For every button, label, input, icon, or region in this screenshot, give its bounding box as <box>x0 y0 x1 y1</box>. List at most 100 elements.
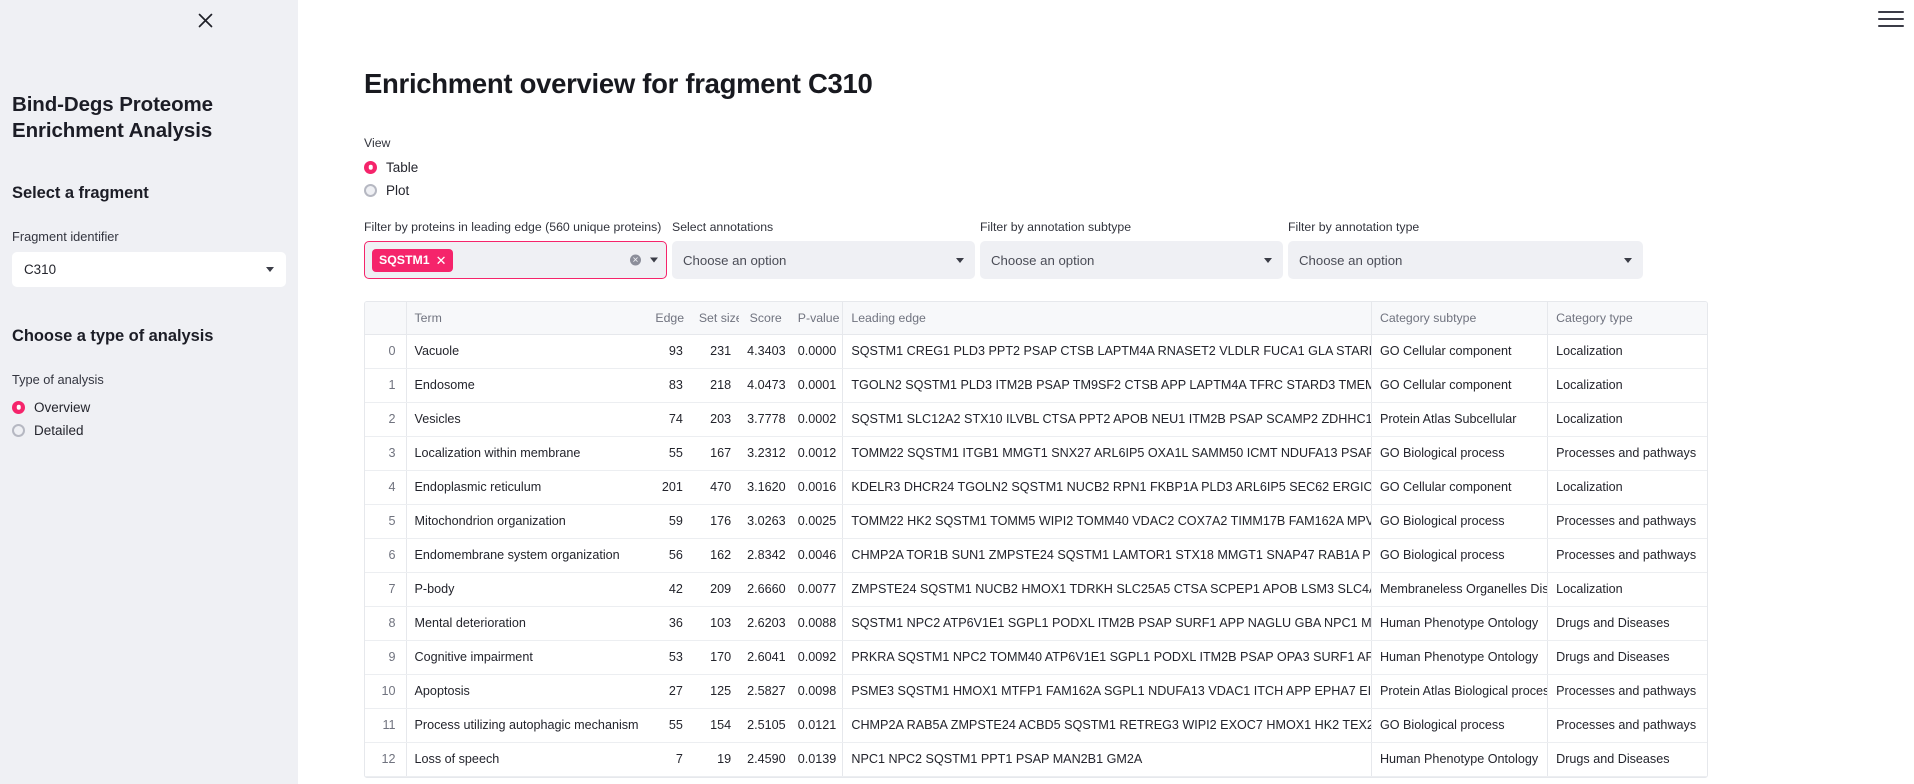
col-category-type[interactable]: Category type <box>1547 302 1707 335</box>
cell-term: Process utilizing autophagic mechanism <box>406 708 648 743</box>
cell-edge: 7 <box>647 742 691 777</box>
cell-index: 4 <box>365 470 407 505</box>
page-title: Enrichment overview for fragment C310 <box>364 68 873 99</box>
cell-edge: 59 <box>647 504 691 539</box>
col-score[interactable]: Score <box>739 302 790 335</box>
cell-index: 1 <box>365 368 407 403</box>
table-row[interactable]: 8 Mental deterioration 36 103 2.6203 0.0088 SQ… <box>365 606 1707 641</box>
view-section: View Table Plot <box>364 136 1914 200</box>
table-row[interactable]: 3 Localization within membrane 55 167 3.2312… <box>365 436 1707 471</box>
table-body: 0 Vacuole 93 231 4.3403 0.0000 SQSTM1 CREG1 PL… <box>365 334 1707 777</box>
protein-filter-multiselect[interactable]: SQSTM1 ✕ ✕ <box>364 241 667 279</box>
analysis-type-radio-group: Overview Detailed <box>12 397 286 440</box>
cell-category-subtype: Human Phenotype Ontology <box>1370 742 1548 777</box>
cell-pvalue: 0.0077 <box>789 572 843 607</box>
cell-pvalue: 0.0088 <box>789 606 843 641</box>
annotation-subtype-filter-group: Filter by annotation subtype Choose an o… <box>980 220 1283 279</box>
cell-set-size: 176 <box>690 504 740 539</box>
table-row[interactable]: 11 Process utilizing autophagic mechanism… <box>365 708 1707 743</box>
cell-category-subtype: Protein Atlas Subcellular <box>1370 402 1548 437</box>
analysis-type-heading: Choose a type of analysis <box>12 327 214 345</box>
col-pvalue[interactable]: P-value <box>789 302 843 335</box>
col-category-subtype[interactable]: Category subtype <box>1370 302 1548 335</box>
chevron-down-icon[interactable] <box>650 257 658 263</box>
table-row[interactable]: 4 Endoplasmic reticulum 201 470 3.1620 0.0016… <box>365 470 1707 505</box>
table-header-row: Term Edge Set size Score P-value Leading… <box>365 302 1707 335</box>
annotation-type-label: Filter by annotation type <box>1288 220 1420 234</box>
fragment-identifier-select[interactable]: C310 <box>12 252 286 287</box>
col-leading-edge[interactable]: Leading edge <box>842 302 1372 335</box>
radio-analysis-detailed[interactable]: Detailed <box>12 420 286 440</box>
cell-leading-edge: TOMM22 HK2 SQSTM1 TOMM5 WIPI2 TOMM40 VDA… <box>842 504 1372 539</box>
cell-pvalue: 0.0139 <box>789 742 843 777</box>
cell-category-subtype: GO Biological process <box>1370 538 1548 573</box>
table-row[interactable]: 6 Endomembrane system organization 56 162 2.… <box>365 538 1707 573</box>
cell-index: 10 <box>365 674 407 709</box>
filters-row: Filter by proteins in leading edge (560 … <box>364 220 1914 279</box>
cell-category-type: Processes and pathways <box>1547 538 1707 573</box>
cell-leading-edge: PRKRA SQSTM1 NPC2 TOMM40 ATP6V1E1 SGPL1 … <box>842 640 1372 675</box>
protein-chip-sqstm1[interactable]: SQSTM1 ✕ <box>372 248 454 272</box>
table-row[interactable]: 5 Mitochondrion organization 59 176 3.0263 0.… <box>365 504 1707 539</box>
cell-category-type: Processes and pathways <box>1547 504 1707 539</box>
annotation-subtype-select[interactable]: Choose an option <box>980 241 1283 279</box>
col-index[interactable] <box>365 302 407 335</box>
radio-analysis-overview[interactable]: Overview <box>12 397 286 417</box>
cell-index: 7 <box>365 572 407 607</box>
radio-label: Plot <box>386 182 410 198</box>
app-title: Bind-Degs Proteome Enrichment Analysis <box>12 93 213 142</box>
table-row[interactable]: 12 Loss of speech 7 19 2.4590 0.0139 NPC1 NPC2… <box>365 742 1707 777</box>
table-row[interactable]: 7 P-body 42 209 2.6660 0.0077 ZMPSTE24 SQSTM1 … <box>365 572 1707 607</box>
cell-edge: 55 <box>647 708 691 743</box>
close-icon[interactable] <box>192 7 218 33</box>
cell-leading-edge: SQSTM1 SLC12A2 STX10 ILVBL CTSA PPT2 APO… <box>842 402 1372 437</box>
col-set-size[interactable]: Set size <box>690 302 740 335</box>
annotations-select[interactable]: Choose an option <box>672 241 975 279</box>
cell-edge: 56 <box>647 538 691 573</box>
cell-score: 2.5105 <box>739 708 790 743</box>
hamburger-menu-icon[interactable] <box>1878 8 1904 30</box>
annotations-placeholder: Choose an option <box>683 252 787 268</box>
cell-term: Apoptosis <box>406 674 648 709</box>
annotation-type-select[interactable]: Choose an option <box>1288 241 1643 279</box>
radio-view-table[interactable]: Table <box>364 157 1914 177</box>
protein-filter-group: Filter by proteins in leading edge (560 … <box>364 220 667 279</box>
cell-score: 3.1620 <box>739 470 790 505</box>
cell-score: 2.4590 <box>739 742 790 777</box>
table-row[interactable]: 0 Vacuole 93 231 4.3403 0.0000 SQSTM1 CREG1 PL… <box>365 334 1707 369</box>
cell-category-subtype: Human Phenotype Ontology <box>1370 640 1548 675</box>
chip-remove-icon[interactable]: ✕ <box>436 254 447 267</box>
clear-circle-icon[interactable]: ✕ <box>630 254 641 266</box>
cell-category-type: Processes and pathways <box>1547 708 1707 743</box>
chip-label: SQSTM1 <box>379 253 430 267</box>
app-root: Bind-Degs Proteome Enrichment Analysis S… <box>0 0 1914 784</box>
cell-score: 2.6041 <box>739 640 790 675</box>
col-edge[interactable]: Edge <box>647 302 691 335</box>
table-row[interactable]: 2 Vesicles 74 203 3.7778 0.0002 SQSTM1 SLC12A2… <box>365 402 1707 437</box>
cell-edge: 201 <box>647 470 691 505</box>
cell-category-subtype: GO Cellular component <box>1370 470 1548 505</box>
col-term[interactable]: Term <box>406 302 648 335</box>
sidebar: Bind-Degs Proteome Enrichment Analysis S… <box>0 0 298 784</box>
cell-edge: 42 <box>647 572 691 607</box>
table-row[interactable]: 9 Cognitive impairment 53 170 2.6041 0.0092 PR… <box>365 640 1707 675</box>
cell-edge: 55 <box>647 436 691 471</box>
radio-dot-icon <box>12 400 25 414</box>
cell-pvalue: 0.0012 <box>789 436 843 471</box>
cell-term: Localization within membrane <box>406 436 648 471</box>
cell-pvalue: 0.0001 <box>789 368 843 403</box>
cell-pvalue: 0.0092 <box>789 640 843 675</box>
cell-edge: 93 <box>647 334 691 369</box>
chevron-down-icon <box>956 257 964 263</box>
cell-pvalue: 0.0025 <box>789 504 843 539</box>
cell-score: 2.6660 <box>739 572 790 607</box>
chevron-down-icon <box>266 267 274 272</box>
cell-set-size: 170 <box>690 640 740 675</box>
table-row[interactable]: 10 Apoptosis 27 125 2.5827 0.0098 PSME3 SQSTM1… <box>365 674 1707 709</box>
cell-pvalue: 0.0016 <box>789 470 843 505</box>
cell-category-type: Localization <box>1547 334 1707 369</box>
table-row[interactable]: 1 Endosome 83 218 4.0473 0.0001 TGOLN2 SQSTM1 … <box>365 368 1707 403</box>
radio-view-plot[interactable]: Plot <box>364 180 1914 200</box>
multiselect-controls: ✕ <box>630 254 658 266</box>
cell-set-size: 19 <box>690 742 740 777</box>
